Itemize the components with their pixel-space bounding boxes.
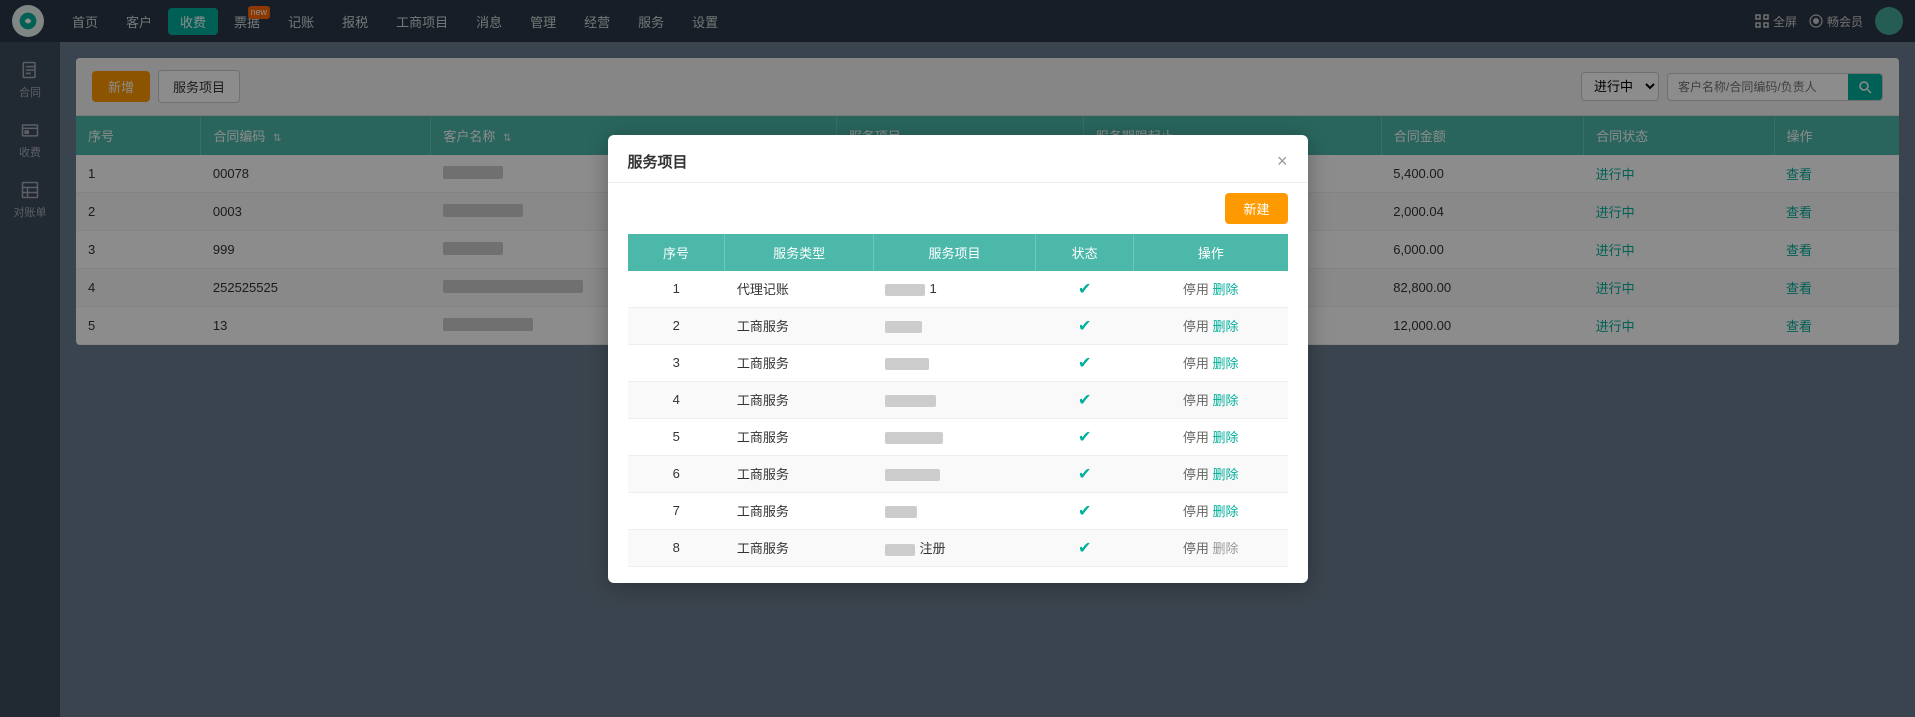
modal-cell-status: ✔ — [1035, 492, 1133, 529]
modal-cell-item — [873, 344, 1035, 381]
modal-cell-item — [873, 455, 1035, 492]
stop-button[interactable]: 停用 — [1183, 390, 1209, 409]
modal-cell-type: 工商服务 — [725, 344, 874, 381]
blurred-item — [885, 544, 915, 556]
modal-cell-seq: 2 — [628, 307, 725, 344]
blurred-item — [885, 395, 936, 407]
modal-col-seq: 序号 — [628, 234, 725, 271]
modal-cell-item — [873, 307, 1035, 344]
modal-cell-seq: 8 — [628, 529, 725, 566]
modal-col-status: 状态 — [1035, 234, 1133, 271]
modal-new-button[interactable]: 新建 — [1225, 193, 1287, 224]
blurred-item — [885, 358, 929, 370]
modal-cell-ops: 停用 删除 — [1134, 529, 1288, 566]
modal-header: 服务项目 × — [608, 135, 1308, 183]
status-check-icon: ✔ — [1078, 429, 1091, 446]
modal-cell-type: 代理记账 — [725, 271, 874, 308]
stop-button[interactable]: 停用 — [1183, 464, 1209, 483]
modal-cell-seq: 5 — [628, 418, 725, 455]
modal-cell-status: ✔ — [1035, 455, 1133, 492]
modal-cell-ops: 停用 删除 — [1134, 271, 1288, 308]
list-item: 4 工商服务 ✔ 停用 删除 — [628, 381, 1288, 418]
modal-cell-status: ✔ — [1035, 344, 1133, 381]
modal-cell-item — [873, 418, 1035, 455]
delete-button[interactable]: 删除 — [1212, 279, 1238, 298]
modal-table-wrap[interactable]: 序号 服务类型 服务项目 状态 操作 1 代理记账 1 ✔ 停用 删除 2 工商… — [608, 234, 1308, 583]
delete-button[interactable]: 删除 — [1212, 390, 1238, 409]
modal-cell-type: 工商服务 — [725, 529, 874, 566]
list-item: 8 工商服务 注册 ✔ 停用 删除 — [628, 529, 1288, 566]
modal-cell-status: ✔ — [1035, 418, 1133, 455]
delete-button[interactable]: 删除 — [1212, 538, 1238, 557]
stop-button[interactable]: 停用 — [1183, 501, 1209, 520]
blurred-item — [885, 506, 917, 518]
delete-button[interactable]: 删除 — [1212, 316, 1238, 335]
status-check-icon: ✔ — [1078, 392, 1091, 409]
status-check-icon: ✔ — [1078, 466, 1091, 483]
service-modal: 服务项目 × 新建 序号 服务类型 服务项目 状态 操作 1 代理记账 1 — [608, 135, 1308, 583]
list-item: 5 工商服务 ✔ 停用 删除 — [628, 418, 1288, 455]
delete-button[interactable]: 删除 — [1212, 353, 1238, 372]
status-check-icon: ✔ — [1078, 355, 1091, 372]
modal-cell-type: 工商服务 — [725, 418, 874, 455]
stop-button[interactable]: 停用 — [1183, 538, 1209, 557]
list-item: 7 工商服务 ✔ 停用 删除 — [628, 492, 1288, 529]
blurred-item — [885, 284, 925, 296]
blurred-item — [885, 432, 943, 444]
delete-button[interactable]: 删除 — [1212, 427, 1238, 446]
stop-button[interactable]: 停用 — [1183, 279, 1209, 298]
modal-cell-type: 工商服务 — [725, 492, 874, 529]
modal-close-button[interactable]: × — [1277, 152, 1288, 170]
modal-cell-type: 工商服务 — [725, 307, 874, 344]
delete-button[interactable]: 删除 — [1212, 501, 1238, 520]
modal-cell-seq: 6 — [628, 455, 725, 492]
modal-cell-ops: 停用 删除 — [1134, 455, 1288, 492]
modal-cell-item — [873, 492, 1035, 529]
modal-cell-seq: 3 — [628, 344, 725, 381]
status-check-icon: ✔ — [1078, 503, 1091, 520]
service-table: 序号 服务类型 服务项目 状态 操作 1 代理记账 1 ✔ 停用 删除 2 工商… — [628, 234, 1288, 567]
status-check-icon: ✔ — [1078, 318, 1091, 335]
modal-cell-status: ✔ — [1035, 529, 1133, 566]
modal-cell-ops: 停用 删除 — [1134, 344, 1288, 381]
modal-cell-status: ✔ — [1035, 381, 1133, 418]
modal-cell-seq: 1 — [628, 271, 725, 308]
modal-cell-item — [873, 381, 1035, 418]
stop-button[interactable]: 停用 — [1183, 353, 1209, 372]
stop-button[interactable]: 停用 — [1183, 427, 1209, 446]
blurred-item — [885, 321, 922, 333]
delete-button[interactable]: 删除 — [1212, 464, 1238, 483]
modal-cell-status: ✔ — [1035, 307, 1133, 344]
stop-button[interactable]: 停用 — [1183, 316, 1209, 335]
modal-cell-seq: 7 — [628, 492, 725, 529]
modal-toolbar: 新建 — [608, 183, 1308, 234]
modal-cell-item: 注册 — [873, 529, 1035, 566]
modal-cell-ops: 停用 删除 — [1134, 418, 1288, 455]
modal-cell-type: 工商服务 — [725, 381, 874, 418]
list-item: 1 代理记账 1 ✔ 停用 删除 — [628, 271, 1288, 308]
modal-cell-status: ✔ — [1035, 271, 1133, 308]
modal-cell-ops: 停用 删除 — [1134, 381, 1288, 418]
modal-cell-ops: 停用 删除 — [1134, 492, 1288, 529]
modal-col-item: 服务项目 — [873, 234, 1035, 271]
modal-col-type: 服务类型 — [725, 234, 874, 271]
modal-cell-seq: 4 — [628, 381, 725, 418]
list-item: 2 工商服务 ✔ 停用 删除 — [628, 307, 1288, 344]
list-item: 6 工商服务 ✔ 停用 删除 — [628, 455, 1288, 492]
modal-cell-type: 工商服务 — [725, 455, 874, 492]
modal-title: 服务项目 — [628, 151, 688, 172]
blurred-item — [885, 469, 940, 481]
status-check-icon: ✔ — [1078, 281, 1091, 298]
list-item: 3 工商服务 ✔ 停用 删除 — [628, 344, 1288, 381]
modal-cell-ops: 停用 删除 — [1134, 307, 1288, 344]
modal-overlay: 服务项目 × 新建 序号 服务类型 服务项目 状态 操作 1 代理记账 1 — [0, 0, 1915, 717]
modal-cell-item: 1 — [873, 271, 1035, 308]
modal-col-ops: 操作 — [1134, 234, 1288, 271]
status-check-icon: ✔ — [1078, 540, 1091, 557]
